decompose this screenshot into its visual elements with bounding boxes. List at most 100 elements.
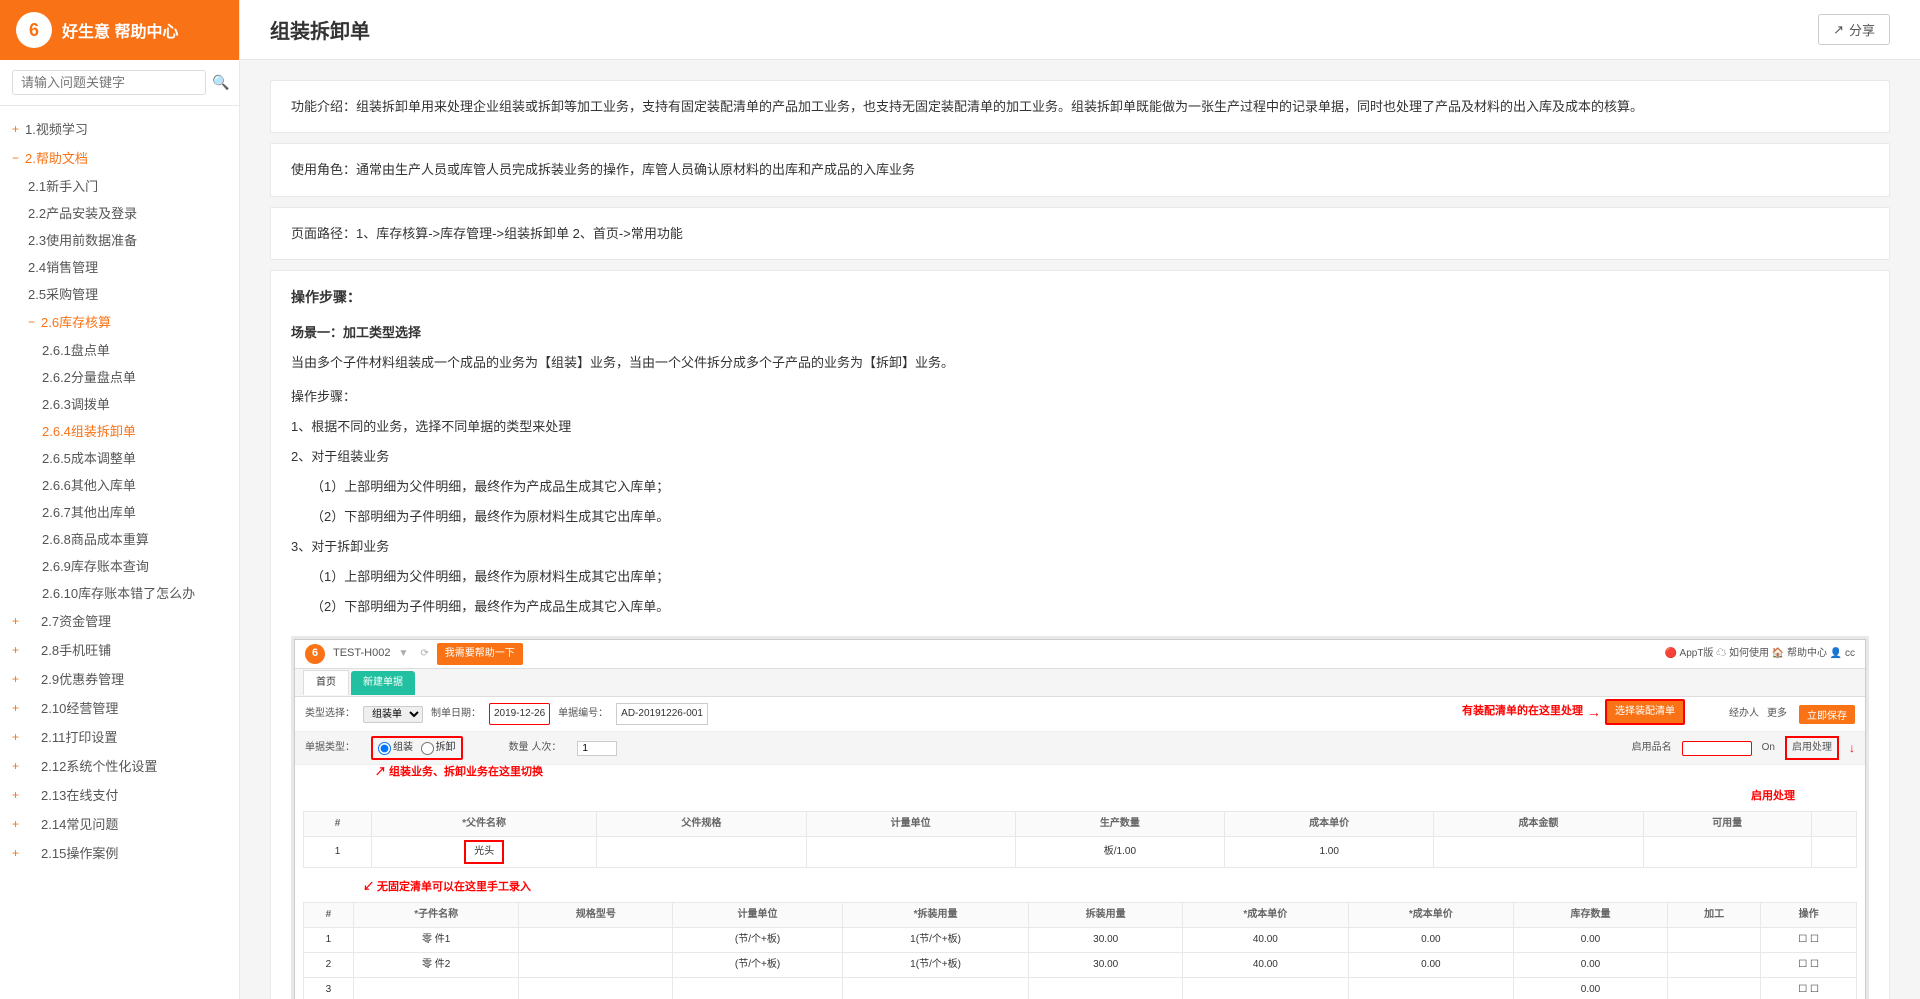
scene1-desc: 当由多个子件材料组装成一个成品的业务为【组装】业务，当由一个父件拆分成多个子产品… [291,350,1869,376]
sim-refresh: ⟳ [420,645,428,663]
nav-item-2-10[interactable]: + 2.10经营管理 [0,693,239,722]
plus-icon-2-10: + [12,701,19,715]
nav-item-2-14[interactable]: + 2.14常见问题 [0,809,239,838]
sim-config-btn: 选择装配清单 [1605,699,1685,725]
nav-label-2-12: 2.12系统个性化设置 [25,756,157,775]
share-button[interactable]: ↗ 分享 [1818,14,1890,45]
nav-item-2-4[interactable]: 2.4销售管理 [0,253,239,280]
sim-on-label: On [1762,739,1775,757]
nav-item-2-11[interactable]: + 2.11打印设置 [0,722,239,751]
th-unit: 计量单位 [806,812,1015,837]
sim-radio-disassemble[interactable] [421,742,434,755]
plus-icon: + [12,122,19,136]
nav-label-2-13: 2.13在线支付 [25,785,118,804]
nav-item-2-12[interactable]: + 2.12系统个性化设置 [0,751,239,780]
page-title: 组装拆卸单 [270,15,370,44]
nav-item-2-5[interactable]: 2.5采购管理 [0,280,239,307]
step-1: 1、根据不同的业务，选择不同单据的类型来处理 [291,414,1869,440]
sim-enable-toggle: 启用处理 [1785,736,1839,760]
sim-date-label: 制单日期： [431,705,481,723]
nav-item-2-6-3[interactable]: 2.6.3调拨单 [0,390,239,417]
step-content: 场景一：加工类型选择 当由多个子件材料组装成一个成品的业务为【组装】业务，当由一… [291,320,1869,620]
annot-org-type: ↗ 组装业务、拆卸业务在这里切换 [375,763,543,783]
sim-radio-assemble[interactable] [378,742,391,755]
sim-right-controls: 启用品名 On 启用处理 ↓ [1632,736,1855,760]
th-check: # [304,812,372,837]
td-avail [1643,837,1811,868]
step-3-1: （1）上部明细为父件明细，最终作为原材料生成其它出库单； [311,564,1869,590]
path-block: 页面路径：1、库存核算->库存管理->组装拆卸单 2、首页->常用功能 [270,207,1890,260]
nav-item-2-6-4[interactable]: 2.6.4组装拆卸单 [0,417,239,444]
plus-icon-2-12: + [12,759,19,773]
sim-tab-active: 新建单据 [351,671,415,695]
nav-item-2-6-10[interactable]: 2.6.10库存账本错了怎么办 [0,579,239,606]
th-cost: 成本单价 [1225,812,1434,837]
sim-tab-home: 首页 [303,670,349,695]
th2-check: # [304,902,354,927]
plus-icon-2-9: + [12,672,19,686]
nav-item-2-6[interactable]: − 2.6库存核算 [0,307,239,336]
sim-order-no: AD-20191226-001 [616,703,708,725]
sim-new-btn: 我需要帮助一下 [437,643,523,665]
nav-item-2-13[interactable]: + 2.13在线支付 [0,780,239,809]
sim-form-area: 类型选择： 组装单 拆卸单 制单日期： 2019-12-26 单据编号： AD-… [295,697,1865,732]
nav-label-2-15: 2.15操作案例 [25,843,118,862]
sim-operator: 经办人 [1729,705,1759,723]
nav-label-2-9: 2.9优惠券管理 [25,669,124,688]
search-area: 🔍 [0,60,239,106]
annot-arrow-enable: ↓ [1849,738,1855,760]
nav-item-2-8[interactable]: + 2.8手机旺铺 [0,635,239,664]
th2-unit: 计量单位 [673,902,843,927]
nav-tree: + 1.视频学习 − 2.帮助文档 2.1新手入门 2.2产品安装及登录 2.3… [0,106,239,999]
search-input[interactable] [12,70,206,95]
nav-item-2-2[interactable]: 2.2产品安装及登录 [0,199,239,226]
sim-lower-table-container: # *子件名称 规格型号 计量单位 *拆装用量 拆装用量 *成本单价 *成本单价 [295,902,1865,999]
plus-icon-2-15: + [12,846,19,860]
step-3: 3、对于拆卸业务 [291,534,1869,560]
sim-type-select[interactable]: 组装单 拆卸单 [363,706,423,723]
annot-enable-proc: 启用处理 [1751,787,1795,807]
main-content: 组装拆卸单 ↗ 分享 功能介绍：组装拆卸单用来处理企业组装或拆卸等加工业务，支持… [240,0,1920,999]
main-header: 组装拆卸单 ↗ 分享 [240,0,1920,60]
nav-item-2-6-8[interactable]: 2.6.8商品成本重算 [0,525,239,552]
nav-item-2-3[interactable]: 2.3使用前数据准备 [0,226,239,253]
plus-icon-2-8: + [12,643,19,657]
th2-cost2: *成本单价 [1348,902,1514,927]
nav-label-2-14: 2.14常见问题 [25,814,118,833]
nav-item-2-1[interactable]: 2.1新手入门 [0,172,239,199]
sim-qty-input[interactable] [577,741,617,756]
sim-goodsname-input: 光头 [464,840,504,864]
th-available: 可用量 [1643,812,1811,837]
sim-inner: 6 TEST-H002 ▼ ⟳ 我需要帮助一下 🔴 AppT版 ☁ 如何使用 🏠… [294,639,1866,999]
role-text: 使用角色：通常由生产人员或库管人员完成拆装业务的操作，库管人员确认原材料的出库和… [291,162,915,177]
search-button[interactable]: 🔍 [212,74,229,91]
sim-order-type-label: 单据类型： [305,739,355,757]
nav-item-2-7[interactable]: + 2.7资金管理 [0,606,239,635]
th-op [1811,812,1856,837]
nav-item-2-9[interactable]: + 2.9优惠券管理 [0,664,239,693]
sim-logo: 6 [305,644,325,664]
nav-item-2-6-6[interactable]: 2.6.6其他入库单 [0,471,239,498]
nav-item-1[interactable]: + 1.视频学习 [0,114,239,143]
nav-item-2-6-7[interactable]: 2.6.7其他出库单 [0,498,239,525]
sim-save-btn[interactable]: 立即保存 [1799,705,1855,724]
site-title: 好生意 帮助中心 [62,18,178,42]
nav-item-2-15[interactable]: + 2.15操作案例 [0,838,239,867]
nav-item-2[interactable]: − 2.帮助文档 [0,143,239,172]
nav-item-2-6-2[interactable]: 2.6.2分量盘点单 [0,363,239,390]
sim-upper-table: # *父件名称 父件规格 计量单位 生产数量 成本单价 成本金额 可用量 [303,811,1857,868]
annot-config-text: 有装配清单的在这里处理 [1462,702,1583,722]
plus-icon-2-7: + [12,614,19,628]
lower-table-row-1: 1 零 件1 (节/个+板) 1(节/个+板) 30.00 40.00 0.00 [304,927,1857,952]
th2-stock: 库存数量 [1514,902,1668,927]
sim-enable-input[interactable] [1682,741,1752,756]
role-block: 使用角色：通常由生产人员或库管人员完成拆装业务的操作，库管人员确认原材料的出库和… [270,143,1890,196]
nav-item-2-6-5[interactable]: 2.6.5成本调整单 [0,444,239,471]
nav-item-2-6-1[interactable]: 2.6.1盘点单 [0,336,239,363]
plus-icon-2-11: + [12,730,19,744]
steps-subtitle: 操作步骤： [291,384,1869,410]
nav-label-1: 1.视频学习 [25,119,88,138]
nav-label-2-8: 2.8手机旺铺 [25,640,111,659]
nav-item-2-6-9[interactable]: 2.6.9库存账本查询 [0,552,239,579]
sim-more: 更多 [1767,705,1787,723]
